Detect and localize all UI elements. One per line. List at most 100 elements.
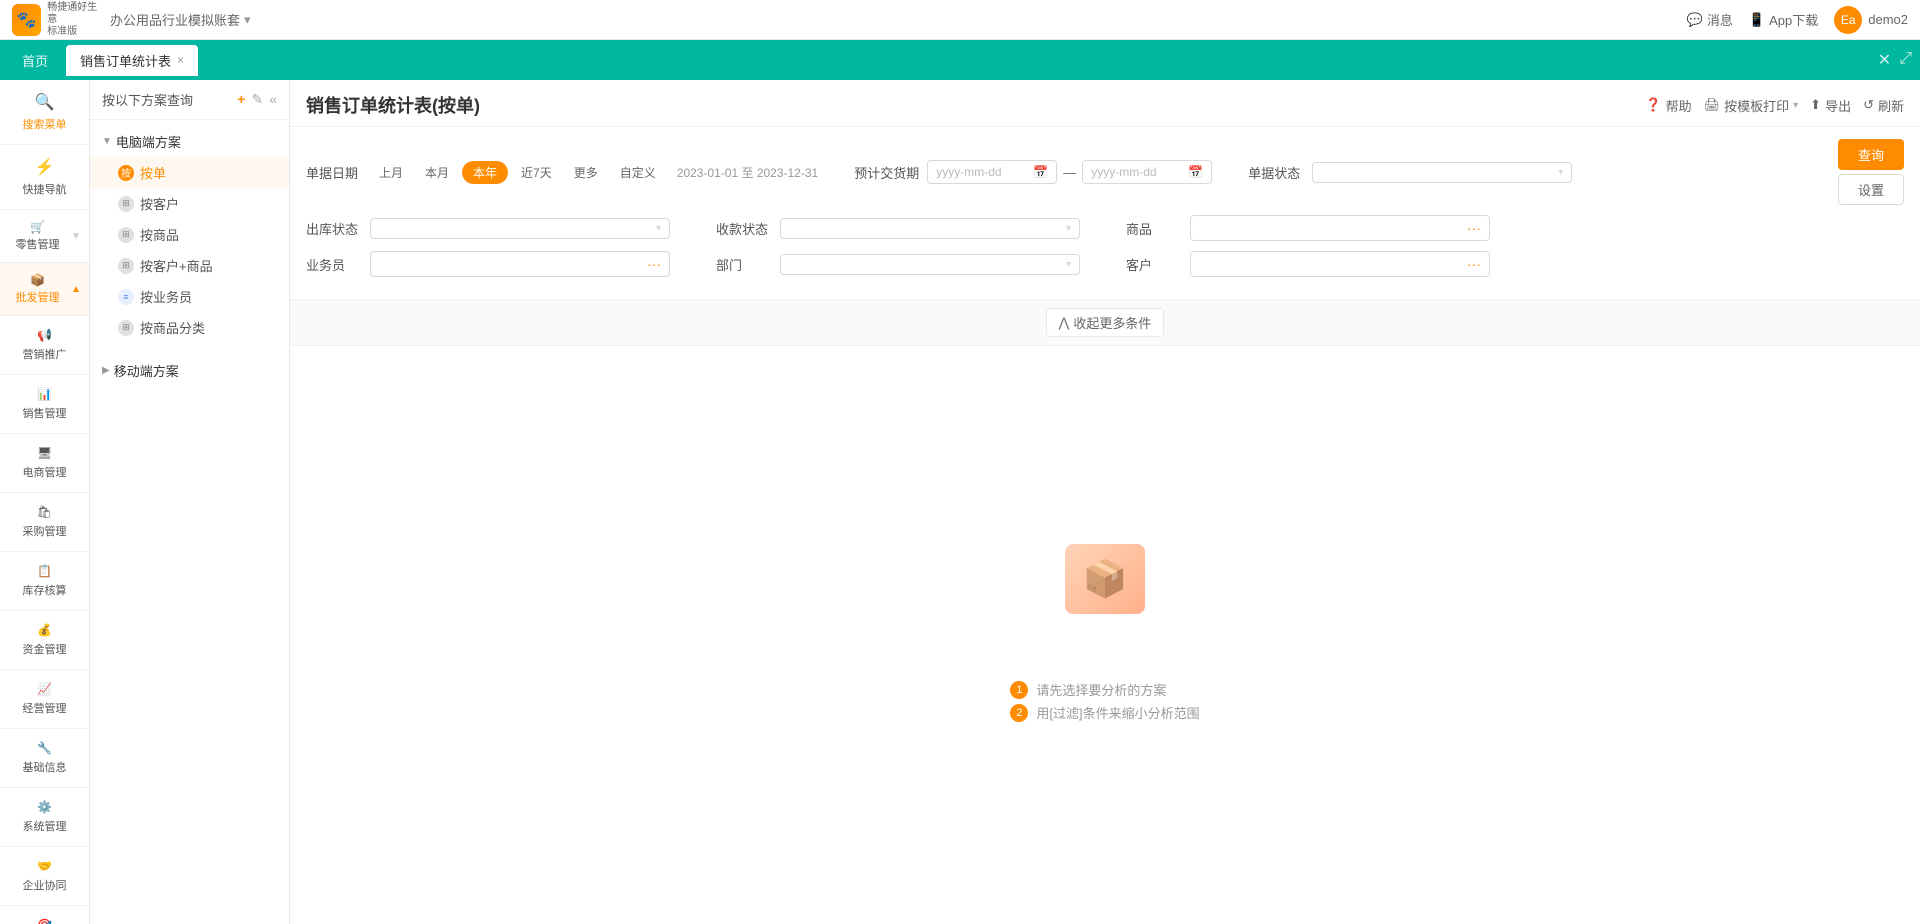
ship-status-select[interactable]: ▾	[370, 218, 670, 239]
help-icon: ❓	[1645, 97, 1661, 113]
date-input-wrap: yyyy-mm-dd 📅 — yyyy-mm-dd 📅	[927, 160, 1212, 184]
tree-child-by-bill[interactable]: 按 按单	[90, 157, 289, 188]
left-panel-header: 按以下方案查询 + ✎ «	[90, 80, 289, 120]
message-button[interactable]: 💬 消息	[1687, 10, 1733, 29]
filter-recv-status-item: 收款状态 ▾	[716, 218, 1080, 239]
customer-scheme-icon: ⊞	[118, 196, 134, 212]
date-tab-more[interactable]: 更多	[565, 161, 607, 184]
sales-icon: 📊	[37, 387, 52, 401]
print-button[interactable]: 🖨 按模板打印 ▾	[1704, 96, 1799, 115]
sidebar-item-corp[interactable]: 🤝 企业协同	[0, 847, 89, 906]
customer-input[interactable]: ···	[1190, 251, 1490, 277]
expected-date-end-input[interactable]: yyyy-mm-dd 📅	[1082, 160, 1212, 184]
date-tab-lastmonth[interactable]: 上月	[370, 161, 412, 184]
tab-sales-stats[interactable]: 销售订单统计表 ×	[66, 45, 198, 76]
system-icon: ⚙️	[37, 800, 52, 814]
logo-icon: 🐾	[12, 4, 41, 36]
collapse-up-icon: ⋀	[1059, 315, 1070, 331]
collapse-panel-button[interactable]: «	[269, 91, 277, 108]
refresh-button[interactable]: ↺ 刷新	[1863, 96, 1904, 115]
calendar-end-icon: 📅	[1188, 165, 1203, 179]
app-download-button[interactable]: 📱 App下载	[1749, 10, 1818, 29]
filter-goods-item: 商品 ···	[1126, 215, 1490, 241]
empty-tips: 1 请先选择要分析的方案 2 用[过滤]条件来缩小分析范围	[1010, 676, 1199, 726]
settings-button[interactable]: 设置	[1838, 174, 1904, 205]
export-icon: ⬆	[1810, 97, 1821, 113]
empty-image	[1045, 544, 1165, 664]
inventory-icon: 📋	[37, 564, 52, 578]
sidebar-item-ecom[interactable]: 🖥 电商管理	[0, 434, 89, 493]
tab-home[interactable]: 首页	[8, 45, 62, 76]
sidebar-item-basic[interactable]: 🔧 基础信息	[0, 729, 89, 788]
print-dropdown-icon[interactable]: ▾	[1793, 100, 1798, 111]
sidebar-item-operation[interactable]: 📈 经营管理	[0, 670, 89, 729]
tree-parent-mobile[interactable]: ▶ 移动端方案	[90, 355, 289, 386]
tab-bar: 首页 销售订单统计表 × ✕ ⤢	[0, 40, 1920, 80]
tree-child-by-customer-goods[interactable]: ⊞ 按客户+商品	[90, 250, 289, 281]
filter-dept-item: 部门 ▾	[716, 254, 1080, 275]
sidebar-item-finance[interactable]: 💰 资金管理	[0, 611, 89, 670]
filter-expected-date-item: 预计交货期 yyyy-mm-dd 📅 — yyyy-mm-dd 📅	[854, 160, 1212, 184]
tree-section-mobile: ▶ 移动端方案	[90, 349, 289, 392]
right-main: 销售订单统计表(按单) ❓ 帮助 🖨 按模板打印 ▾ ⬆ 导出	[290, 80, 1920, 924]
window-maximize-icon[interactable]: ⤢	[1899, 50, 1912, 70]
bill-status-select[interactable]: ▾	[1312, 162, 1572, 183]
window-close-icon[interactable]: ✕	[1878, 50, 1891, 70]
ecom-icon: 🖥	[37, 446, 52, 460]
page-actions: ❓ 帮助 🖨 按模板打印 ▾ ⬆ 导出 ↺ 刷新	[1645, 96, 1904, 115]
date-tab-custom[interactable]: 自定义	[611, 161, 665, 184]
purchase-icon: 🛍	[37, 505, 52, 519]
query-button[interactable]: 查询	[1838, 139, 1904, 170]
sidebar-item-newbie[interactable]: 🎯 新手引导	[0, 906, 89, 924]
filter-area: 单据日期 上月 本月 本年 近7天 更多 自定义 2023-01-01 至 20…	[290, 127, 1920, 300]
sidebar-item-wholesale[interactable]: 📦 批发管理 ▲	[0, 263, 89, 316]
expected-date-start-input[interactable]: yyyy-mm-dd 📅	[927, 160, 1057, 184]
marketing-icon: 📢	[37, 328, 52, 342]
tip-item-1: 1 请先选择要分析的方案	[1010, 680, 1199, 699]
operation-icon: 📈	[37, 682, 52, 696]
sidebar-item-system[interactable]: ⚙️ 系统管理	[0, 788, 89, 847]
date-tab-thisyear[interactable]: 本年	[462, 161, 508, 184]
tab-close-icon[interactable]: ×	[177, 53, 184, 67]
breadcrumb-dropdown-icon[interactable]: ▾	[244, 12, 251, 28]
user-menu-button[interactable]: Ea demo2	[1834, 6, 1908, 34]
export-button[interactable]: ⬆ 导出	[1810, 96, 1851, 115]
filter-salesman-item: 业务员 ···	[306, 251, 670, 277]
goods-input[interactable]: ···	[1190, 215, 1490, 241]
date-tab-7days[interactable]: 近7天	[512, 161, 561, 184]
sidebar-item-marketing[interactable]: 📢 营销推广	[0, 316, 89, 375]
salesman-input[interactable]: ···	[370, 251, 670, 277]
sidebar-item-quicknav[interactable]: ⚡ 快捷导航	[0, 145, 89, 210]
edit-scheme-button[interactable]: ✎	[251, 91, 263, 108]
download-icon: 📱	[1749, 12, 1765, 28]
print-icon: 🖨	[1704, 97, 1721, 113]
sidebar-item-purchase[interactable]: 🛍 采购管理	[0, 493, 89, 552]
finance-icon: 💰	[37, 623, 52, 637]
tree-child-by-customer[interactable]: ⊞ 按客户	[90, 188, 289, 219]
cg-scheme-icon: ⊞	[118, 258, 134, 274]
filter-customer-item: 客户 ···	[1126, 251, 1490, 277]
filter-ship-status-item: 出库状态 ▾	[306, 218, 670, 239]
retail-arrow-icon: ▼	[71, 231, 81, 242]
query-buttons: 查询 设置	[1838, 139, 1904, 205]
tree-child-by-goods[interactable]: ⊞ 按商品	[90, 219, 289, 250]
tree-child-by-category[interactable]: ⊞ 按商品分类	[90, 312, 289, 343]
logo-area: 🐾 畅捷通好生意 标准版	[12, 2, 102, 38]
panel-icons: + ✎ «	[237, 91, 277, 108]
sidebar-item-search[interactable]: 🔍 搜索菜单	[0, 80, 89, 145]
tree-parent-pc[interactable]: ▼ 电脑端方案	[90, 126, 289, 157]
window-buttons: ✕ ⤢	[1878, 50, 1912, 70]
recv-status-select[interactable]: ▾	[780, 218, 1080, 239]
sidebar-item-retail[interactable]: 🛒 零售管理 ▼	[0, 210, 89, 263]
retail-icon: 🛒	[30, 220, 45, 234]
sidebar-item-inventory[interactable]: 📋 库存核算	[0, 552, 89, 611]
page-header: 销售订单统计表(按单) ❓ 帮助 🖨 按模板打印 ▾ ⬆ 导出	[290, 80, 1920, 127]
top-right: 💬 消息 📱 App下载 Ea demo2	[1687, 6, 1908, 34]
add-scheme-button[interactable]: +	[237, 91, 245, 108]
dept-select[interactable]: ▾	[780, 254, 1080, 275]
tree-child-by-salesman[interactable]: ≡ 按业务员	[90, 281, 289, 312]
collapse-button[interactable]: ⋀ 收起更多条件	[1046, 308, 1165, 337]
sidebar-item-sales[interactable]: 📊 销售管理	[0, 375, 89, 434]
date-tab-thismonth[interactable]: 本月	[416, 161, 458, 184]
help-button[interactable]: ❓ 帮助	[1645, 96, 1691, 115]
